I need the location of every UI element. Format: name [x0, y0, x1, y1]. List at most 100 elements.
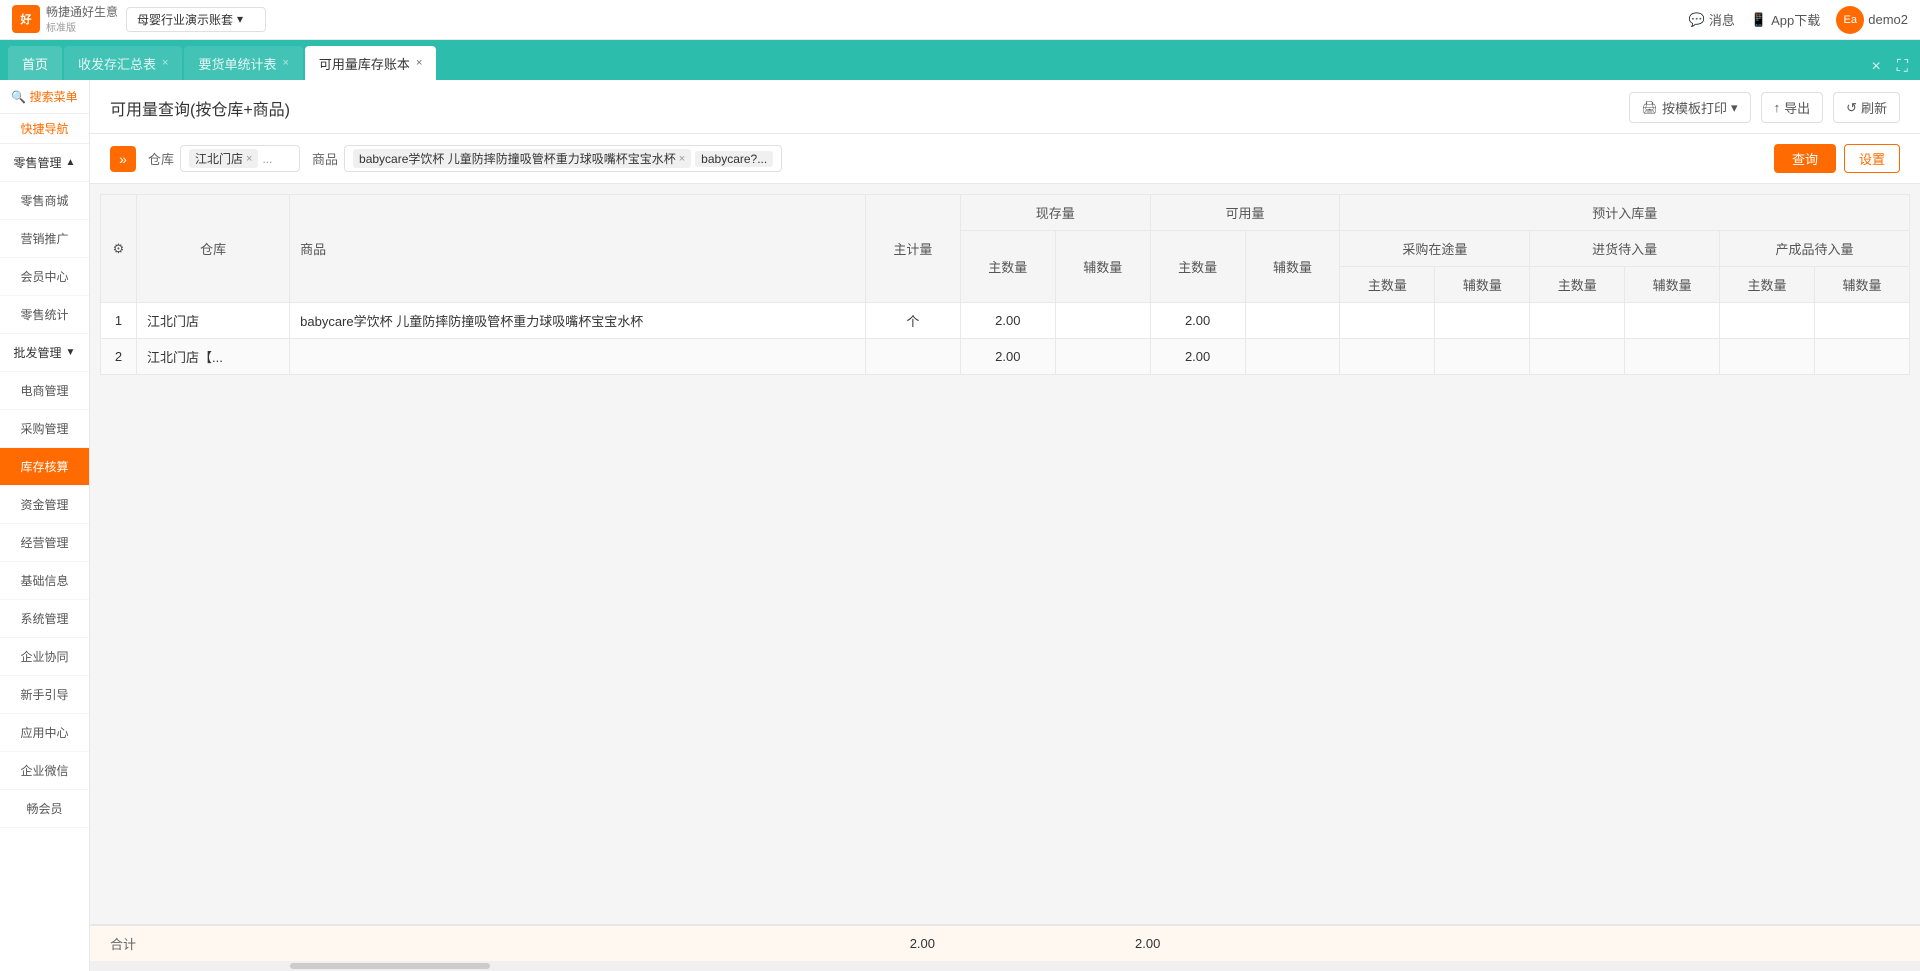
- print-template-btn[interactable]: 🖨 按模板打印 ▾: [1629, 92, 1751, 123]
- row1-stock-main: 2.00: [960, 303, 1055, 339]
- industry-label: 母婴行业演示账套: [137, 11, 233, 28]
- print-icon: 🖨: [1642, 100, 1659, 116]
- sidebar-item-retail-stats[interactable]: 零售统计: [0, 296, 89, 334]
- th-prod-pending: 产成品待入量: [1720, 231, 1910, 267]
- export-btn[interactable]: ↑ 导出: [1761, 92, 1824, 123]
- product-tag-1-remove[interactable]: ×: [679, 153, 685, 165]
- row1-pur-pend-aux: [1625, 303, 1720, 339]
- export-icon: ↑: [1774, 100, 1781, 115]
- horizontal-scrollbar[interactable]: [90, 961, 1920, 971]
- sidebar-item-enterprise-collab[interactable]: 企业协同: [0, 638, 89, 676]
- sidebar-item-marketing[interactable]: 营销推广: [0, 220, 89, 258]
- sidebar-item-wholesale-mgmt[interactable]: 批发管理 ▼: [0, 334, 89, 372]
- row1-prod-pend-aux: [1815, 303, 1910, 339]
- row2-prod-pend-aux: [1815, 339, 1910, 375]
- sidebar-item-finance-mgmt[interactable]: 资金管理: [0, 486, 89, 524]
- sidebar-item-purchase-mgmt[interactable]: 采购管理: [0, 410, 89, 448]
- sidebar-item-basic-info[interactable]: 基础信息: [0, 562, 89, 600]
- sidebar-item-retail-store-label: 零售商城: [20, 192, 68, 209]
- sidebar-item-ecommerce-mgmt-label: 电商管理: [20, 382, 68, 399]
- row2-no: 2: [101, 339, 137, 375]
- user-area[interactable]: Ea demo2: [1836, 6, 1908, 34]
- app-download-btn[interactable]: 📱 App下载: [1751, 10, 1820, 29]
- sidebar-item-vip-member-label: 畅会员: [26, 800, 62, 817]
- row2-warehouse: 江北门店【...: [137, 339, 290, 375]
- print-template-label: 按模板打印: [1662, 98, 1727, 117]
- scrollbar-thumb[interactable]: [290, 963, 490, 969]
- tab-receive-summary[interactable]: 收发存汇总表 ×: [64, 46, 182, 80]
- setting-btn[interactable]: 设置: [1844, 144, 1900, 173]
- warehouse-tag-remove[interactable]: ×: [246, 153, 252, 165]
- th-pur-pend-aux: 辅数量: [1625, 267, 1720, 303]
- row2-pur-pend-main: [1530, 339, 1625, 375]
- row2-avail-aux: [1245, 339, 1340, 375]
- th-pur-pend-main: 主数量: [1530, 267, 1625, 303]
- product-tag-1: babycare学饮杯 儿童防摔防撞吸管杯重力球吸嘴杯宝宝水杯 ×: [353, 149, 691, 168]
- sidebar-item-enterprise-wechat[interactable]: 企业微信: [0, 752, 89, 790]
- row2-stock-aux: [1055, 339, 1150, 375]
- filter-row: » 仓库 江北门店 × ... 商品 babycare学饮杯 儿童防摔防撞吸管杯…: [90, 134, 1920, 184]
- message-btn[interactable]: 💬 消息: [1689, 10, 1735, 29]
- th-settings[interactable]: ⚙: [101, 195, 137, 303]
- th-warehouse: 仓库: [137, 195, 290, 303]
- row1-pur-transit-aux: [1435, 303, 1530, 339]
- tab-receive-summary-close[interactable]: ×: [162, 57, 168, 69]
- table-row: 2 江北门店【... 2.00 2.00: [101, 339, 1910, 375]
- row1-product: babycare学饮杯 儿童防摔防撞吸管杯重力球吸嘴杯宝宝水杯: [290, 303, 866, 339]
- sidebar-item-inventory-check[interactable]: 库存核算: [0, 448, 89, 486]
- sidebar-item-operations-mgmt[interactable]: 经营管理: [0, 524, 89, 562]
- th-stock-main: 主数量: [960, 231, 1055, 303]
- industry-selector[interactable]: 母婴行业演示账套 ▾: [126, 7, 266, 32]
- logo-sub: 标准版: [46, 19, 118, 34]
- refresh-label: 刷新: [1861, 98, 1887, 117]
- data-table: ⚙ 仓库 商品 主计量 现存量 可用量 预计入库量 主数量 辅数量 主数量 辅数…: [100, 194, 1910, 375]
- chevron-up-icon: ▲: [66, 157, 76, 168]
- th-planned-receipt: 预计入库量: [1340, 195, 1910, 231]
- sidebar: 🔍 搜索菜单 快捷导航 零售管理 ▲ 零售商城 营销推广 会员中心 零售统计 批…: [0, 80, 90, 971]
- tab-demand-summary[interactable]: 要货单统计表 ×: [184, 46, 302, 80]
- tab-receive-summary-label: 收发存汇总表: [78, 54, 156, 73]
- tab-demand-summary-label: 要货单统计表: [198, 54, 276, 73]
- row1-stock-aux: [1055, 303, 1150, 339]
- product-filter-label: 商品: [312, 149, 338, 168]
- product-tag-input[interactable]: babycare学饮杯 儿童防摔防撞吸管杯重力球吸嘴杯宝宝水杯 × babyca…: [344, 145, 782, 172]
- sidebar-item-app-center-label: 应用中心: [20, 724, 68, 741]
- sidebar-quick-nav[interactable]: 快捷导航: [0, 114, 89, 144]
- sidebar-item-retail-mgmt[interactable]: 零售管理 ▲: [0, 144, 89, 182]
- refresh-btn[interactable]: ↺ 刷新: [1833, 92, 1900, 123]
- query-btn[interactable]: 查询: [1774, 144, 1836, 173]
- th-prod-pend-aux: 辅数量: [1815, 267, 1910, 303]
- row2-avail-main: 2.00: [1150, 339, 1245, 375]
- tab-available-stock[interactable]: 可用量库存账本 ×: [305, 46, 436, 80]
- filter-toggle-btn[interactable]: »: [110, 146, 136, 172]
- sidebar-item-new-guide[interactable]: 新手引导: [0, 676, 89, 714]
- sidebar-item-app-center[interactable]: 应用中心: [0, 714, 89, 752]
- row1-unit: 个: [865, 303, 960, 339]
- row1-prod-pend-main: [1720, 303, 1815, 339]
- search-icon: 🔍: [11, 90, 26, 104]
- tab-close-all-btn[interactable]: ×: [1867, 54, 1884, 80]
- warehouse-more-btn[interactable]: ...: [262, 152, 272, 166]
- sidebar-item-member-center[interactable]: 会员中心: [0, 258, 89, 296]
- tab-home[interactable]: 首页: [8, 46, 62, 80]
- row2-prod-pend-main: [1720, 339, 1815, 375]
- sidebar-item-retail-store[interactable]: 零售商城: [0, 182, 89, 220]
- tab-available-stock-close[interactable]: ×: [416, 57, 422, 69]
- warehouse-tag-input[interactable]: 江北门店 × ...: [180, 145, 300, 172]
- warehouse-tag-value: 江北门店: [195, 150, 243, 167]
- table-footer: 合计 2.00 2.00: [90, 924, 1920, 961]
- chevron-down-icon: ▾: [237, 12, 243, 26]
- filter-actions: 查询 设置: [1774, 144, 1900, 173]
- sidebar-item-ecommerce-mgmt[interactable]: 电商管理: [0, 372, 89, 410]
- sidebar-item-system-mgmt[interactable]: 系统管理: [0, 600, 89, 638]
- sidebar-search[interactable]: 🔍 搜索菜单: [0, 80, 89, 114]
- sidebar-item-enterprise-wechat-label: 企业微信: [20, 762, 68, 779]
- row2-unit: [865, 339, 960, 375]
- logo-text-area: 畅捷通好生意 标准版: [46, 5, 118, 34]
- nav-tabs: 首页 收发存汇总表 × 要货单统计表 × 可用量库存账本 × × ⛶: [0, 40, 1920, 80]
- sidebar-item-vip-member[interactable]: 畅会员: [0, 790, 89, 828]
- summary-avail-main: 2.00: [1135, 936, 1160, 951]
- row1-pur-pend-main: [1530, 303, 1625, 339]
- tab-demand-summary-close[interactable]: ×: [282, 57, 288, 69]
- tab-fullscreen-btn[interactable]: ⛶: [1893, 54, 1912, 80]
